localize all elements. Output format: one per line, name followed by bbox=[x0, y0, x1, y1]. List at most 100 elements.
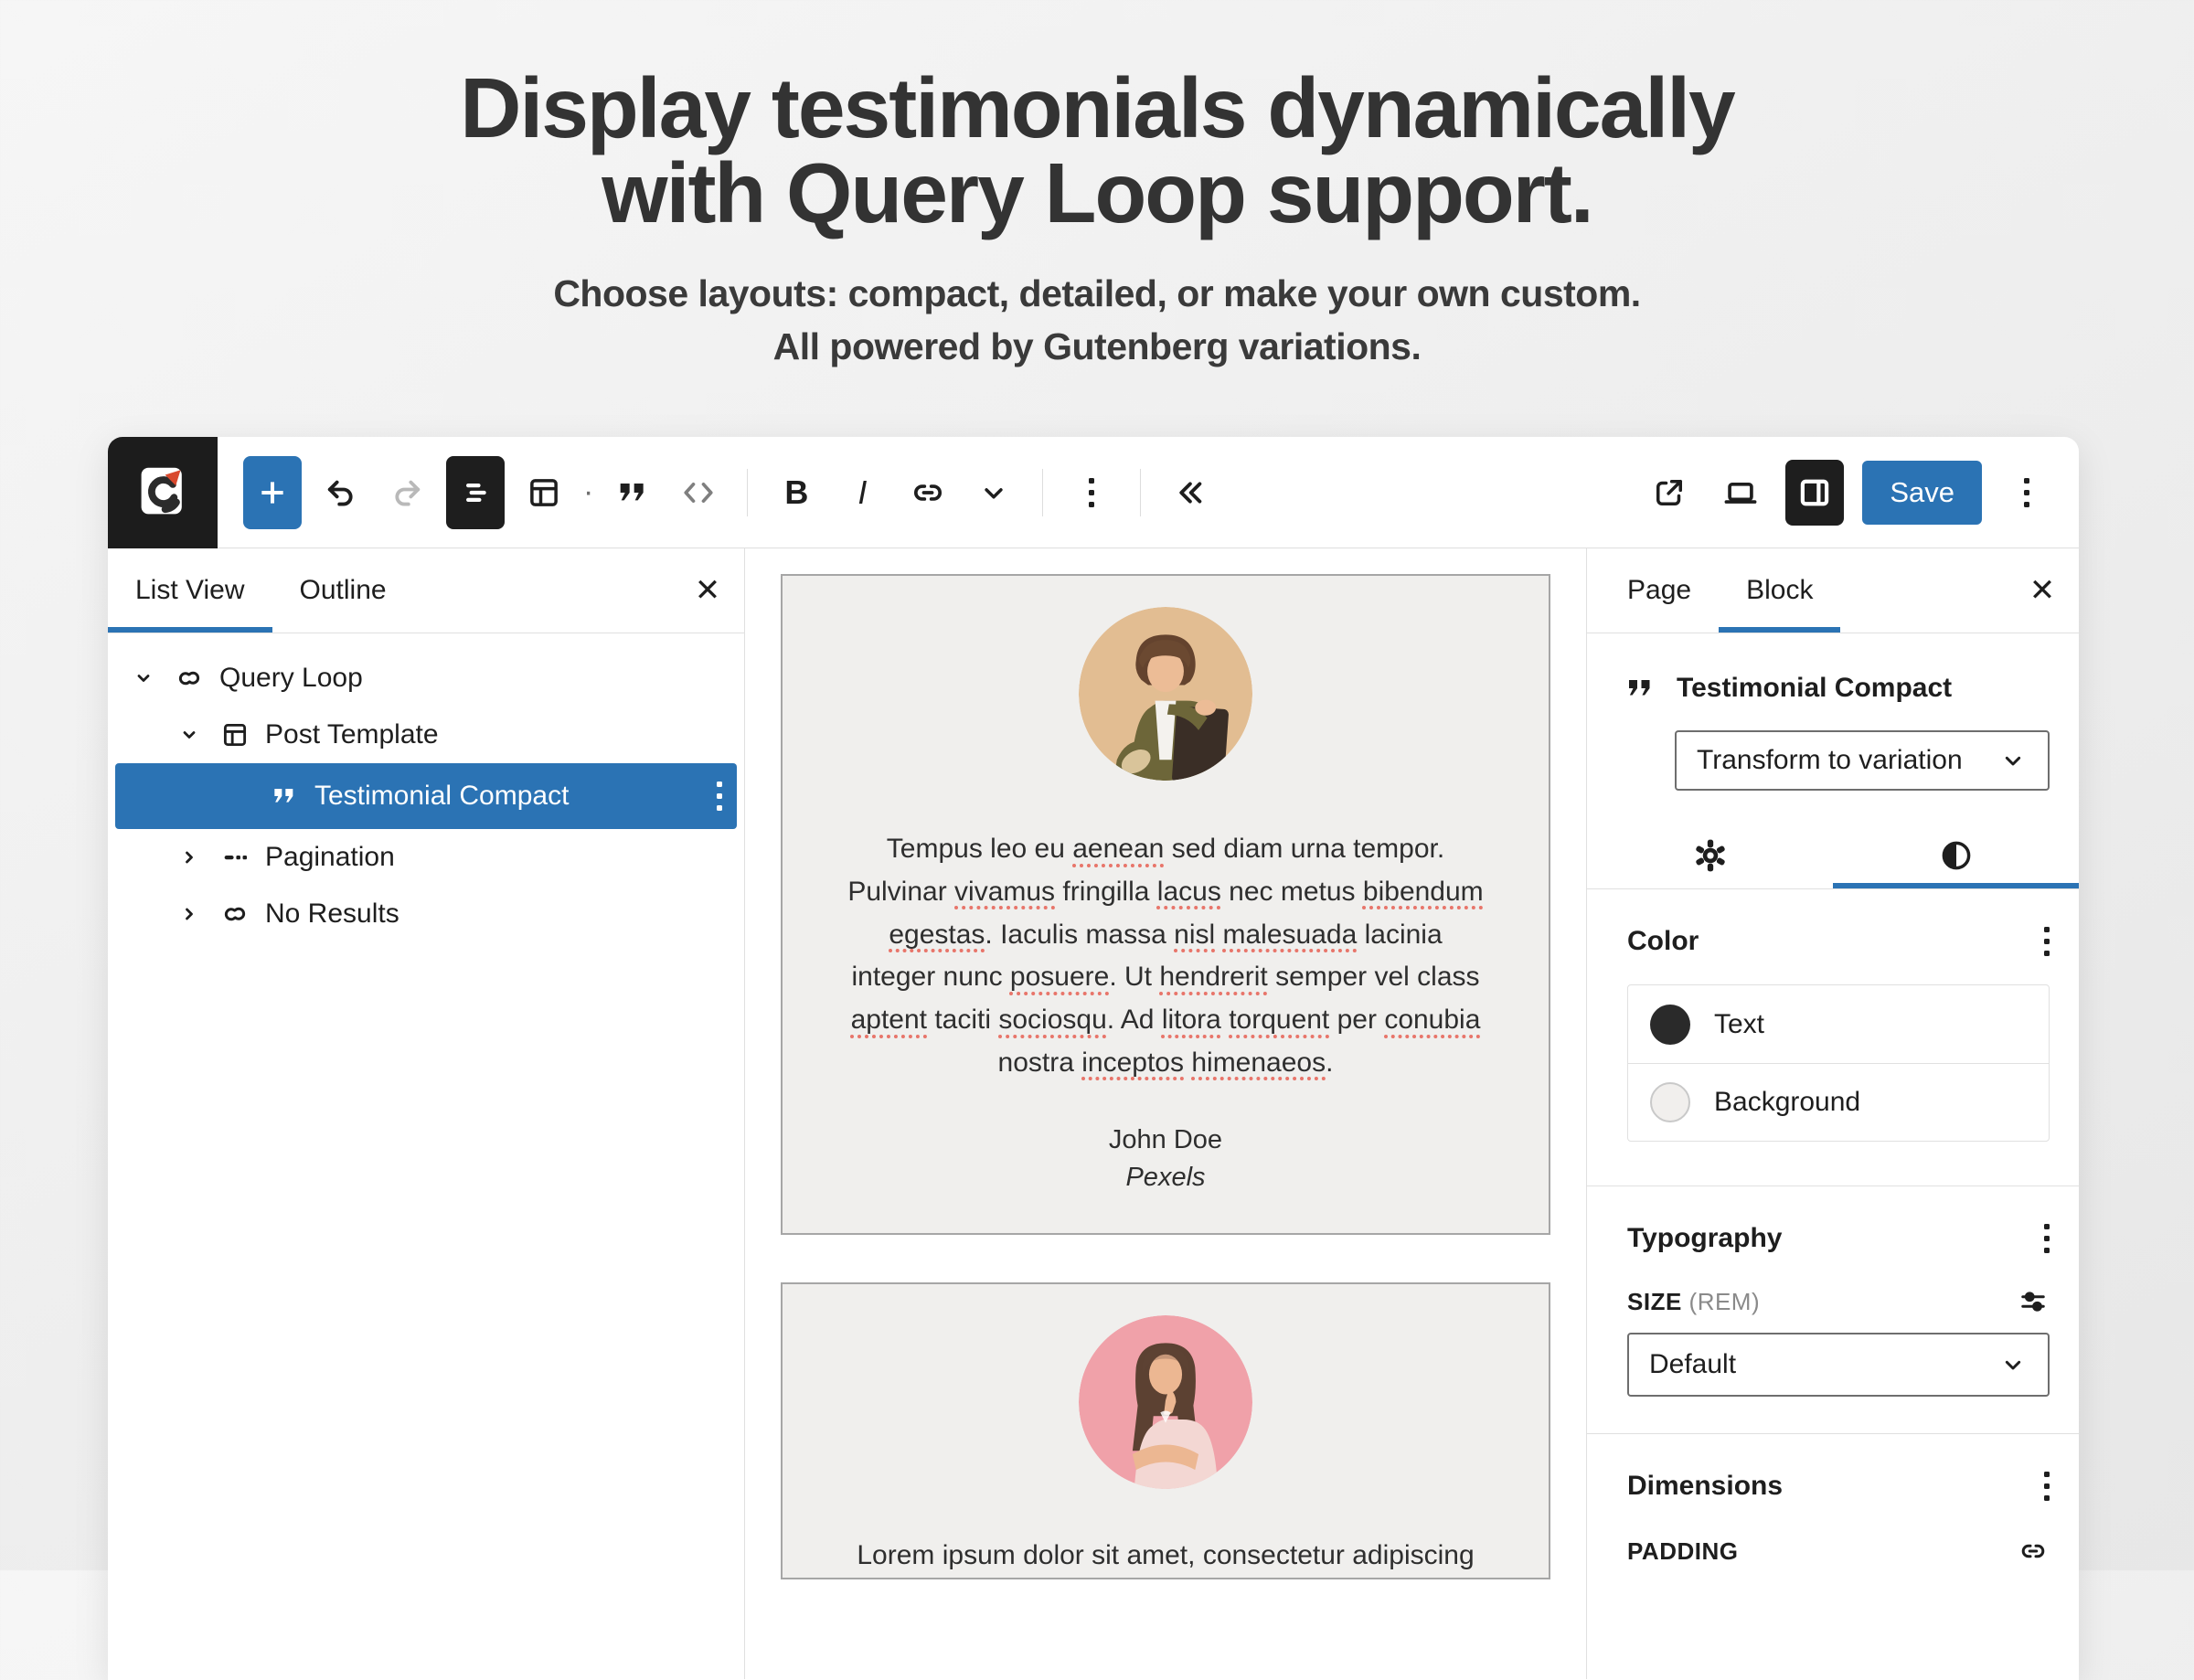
editor-workspace: List View Outline ✕ Query Loop bbox=[108, 548, 2079, 1679]
font-size-select[interactable]: Default bbox=[1627, 1333, 2050, 1397]
tab-list-view[interactable]: List View bbox=[108, 548, 272, 633]
tree-item-pagination[interactable]: Pagination bbox=[115, 829, 737, 886]
padding-link-icon[interactable] bbox=[2017, 1535, 2050, 1568]
link-button[interactable] bbox=[901, 458, 954, 527]
tab-styles[interactable] bbox=[1833, 822, 2079, 888]
toolbar-divider bbox=[1042, 469, 1043, 516]
device-preview-button[interactable] bbox=[1714, 458, 1767, 527]
tree-item-label: Post Template bbox=[265, 719, 439, 750]
redo-button[interactable] bbox=[380, 458, 433, 527]
gear-icon bbox=[1693, 838, 1728, 873]
list-view-icon bbox=[456, 473, 495, 512]
code-button[interactable] bbox=[672, 458, 725, 527]
hero-subtitle-line1: Choose layouts: compact, detailed, or ma… bbox=[553, 272, 1640, 314]
list-view-header: List View Outline ✕ bbox=[108, 548, 744, 633]
template-button[interactable] bbox=[517, 458, 570, 527]
chevron-down-icon[interactable] bbox=[174, 721, 205, 749]
italic-button[interactable]: I bbox=[836, 458, 889, 527]
background-color-swatch bbox=[1650, 1082, 1690, 1122]
size-options-sliders-icon[interactable] bbox=[2017, 1285, 2050, 1318]
color-options-kebab[interactable] bbox=[2044, 927, 2050, 956]
collapse-toolbar-button[interactable] bbox=[1163, 458, 1216, 527]
background-color-label: Background bbox=[1714, 1087, 1860, 1118]
list-view-panel: List View Outline ✕ Query Loop bbox=[108, 548, 745, 1679]
quote-icon bbox=[614, 474, 651, 511]
hero-subtitle: Choose layouts: compact, detailed, or ma… bbox=[0, 267, 2194, 373]
chevron-down-icon[interactable] bbox=[128, 665, 159, 692]
tab-settings[interactable] bbox=[1587, 822, 1833, 888]
tree-item-label: Testimonial Compact bbox=[314, 781, 569, 812]
toolbar-right-group: Save bbox=[1643, 458, 2079, 527]
chevron-right-icon[interactable] bbox=[174, 900, 205, 928]
typography-options-kebab[interactable] bbox=[2044, 1224, 2050, 1253]
italic-icon: I bbox=[857, 473, 867, 512]
section-divider bbox=[1587, 1433, 2079, 1434]
testimonial-block-1[interactable]: Tempus leo eu aenean sed diam urna tempo… bbox=[781, 574, 1550, 1235]
app-logo[interactable] bbox=[108, 437, 218, 548]
editor-window: · B I bbox=[108, 437, 2079, 1680]
toolbar-options-button[interactable] bbox=[1065, 458, 1118, 527]
close-sidebar-button[interactable]: ✕ bbox=[2006, 548, 2079, 633]
tab-page[interactable]: Page bbox=[1600, 548, 1719, 633]
laptop-icon bbox=[1720, 473, 1761, 513]
block-title: Testimonial Compact bbox=[1677, 673, 1952, 704]
chevron-down-icon bbox=[976, 475, 1011, 510]
text-color-label: Text bbox=[1714, 1009, 1764, 1040]
hero-title: Display testimonials dynamically with Qu… bbox=[0, 66, 2194, 236]
size-unit-label: (REM) bbox=[1689, 1288, 1761, 1315]
tree-item-testimonial-compact[interactable]: Testimonial Compact bbox=[115, 763, 737, 829]
loop-icon bbox=[218, 898, 252, 930]
bold-button[interactable]: B bbox=[770, 458, 823, 527]
quote-block-button[interactable] bbox=[606, 458, 659, 527]
variation-select[interactable]: Transform to variation bbox=[1675, 730, 2050, 791]
text-color-row[interactable]: Text bbox=[1628, 985, 2049, 1063]
hero-title-line1: Display testimonials dynamically bbox=[460, 60, 1734, 155]
close-list-view-button[interactable]: ✕ bbox=[671, 548, 744, 633]
dimensions-options-kebab[interactable] bbox=[2044, 1472, 2050, 1501]
contrast-icon bbox=[1939, 838, 1974, 873]
dimensions-heading: Dimensions bbox=[1627, 1471, 1783, 1502]
testimonial-block-2[interactable]: Lorem ipsum dolor sit amet, consectetur … bbox=[781, 1282, 1550, 1579]
color-heading: Color bbox=[1627, 926, 1699, 957]
tree-item-options-kebab[interactable] bbox=[717, 782, 722, 811]
tree-item-query-loop[interactable]: Query Loop bbox=[115, 650, 737, 707]
list-view-button[interactable] bbox=[446, 456, 505, 529]
editor-toolbar: · B I bbox=[108, 437, 2079, 548]
color-section: Color Text Background bbox=[1587, 926, 2079, 1142]
typography-heading: Typography bbox=[1627, 1223, 1782, 1254]
chevron-down-icon bbox=[1998, 746, 2028, 775]
tree-item-label: Pagination bbox=[265, 842, 395, 873]
loop-icon bbox=[172, 663, 207, 694]
text-color-swatch bbox=[1650, 1005, 1690, 1045]
tab-block[interactable]: Block bbox=[1719, 548, 1840, 633]
testimonial-quote[interactable]: Tempus leo eu aenean sed diam urna tempo… bbox=[846, 828, 1486, 1085]
undo-button[interactable] bbox=[314, 458, 367, 527]
variation-select-value: Transform to variation bbox=[1697, 745, 1963, 776]
font-size-value: Default bbox=[1649, 1349, 1736, 1380]
testimonial-quote-partial[interactable]: Lorem ipsum dolor sit amet, consectetur … bbox=[846, 1535, 1486, 1578]
tree-item-post-template[interactable]: Post Template bbox=[115, 707, 737, 763]
testimonial-author[interactable]: John Doe bbox=[1109, 1125, 1222, 1155]
hero-subtitle-line2: All powered by Gutenberg variations. bbox=[773, 325, 1422, 367]
testimonial-source[interactable]: Pexels bbox=[1125, 1163, 1205, 1193]
chevron-right-icon[interactable] bbox=[174, 844, 205, 871]
preview-external-button[interactable] bbox=[1643, 458, 1696, 527]
options-menu-button[interactable] bbox=[2000, 458, 2053, 527]
background-color-row[interactable]: Background bbox=[1628, 1063, 2049, 1141]
chevron-down-icon bbox=[1998, 1350, 2028, 1379]
tree-item-label: Query Loop bbox=[219, 663, 363, 694]
settings-sidebar: Page Block ✕ Testimonial Compact Transfo… bbox=[1586, 548, 2079, 1679]
size-label: SIZE (REM) bbox=[1627, 1288, 1760, 1316]
padding-label: PADDING bbox=[1627, 1537, 1738, 1566]
more-formats-button[interactable] bbox=[967, 458, 1020, 527]
add-block-button[interactable] bbox=[243, 456, 302, 529]
hero-section: Display testimonials dynamically with Qu… bbox=[0, 0, 2194, 373]
sidebar-header: Page Block ✕ bbox=[1587, 548, 2079, 633]
block-card: Testimonial Compact bbox=[1587, 633, 2079, 705]
save-button[interactable]: Save bbox=[1862, 461, 1982, 525]
bold-icon: B bbox=[784, 473, 808, 512]
tab-outline[interactable]: Outline bbox=[272, 548, 414, 633]
sidebar-toggle-button[interactable] bbox=[1785, 460, 1844, 526]
tree-item-no-results[interactable]: No Results bbox=[115, 886, 737, 942]
hero-title-line2: with Query Loop support. bbox=[602, 145, 1592, 240]
